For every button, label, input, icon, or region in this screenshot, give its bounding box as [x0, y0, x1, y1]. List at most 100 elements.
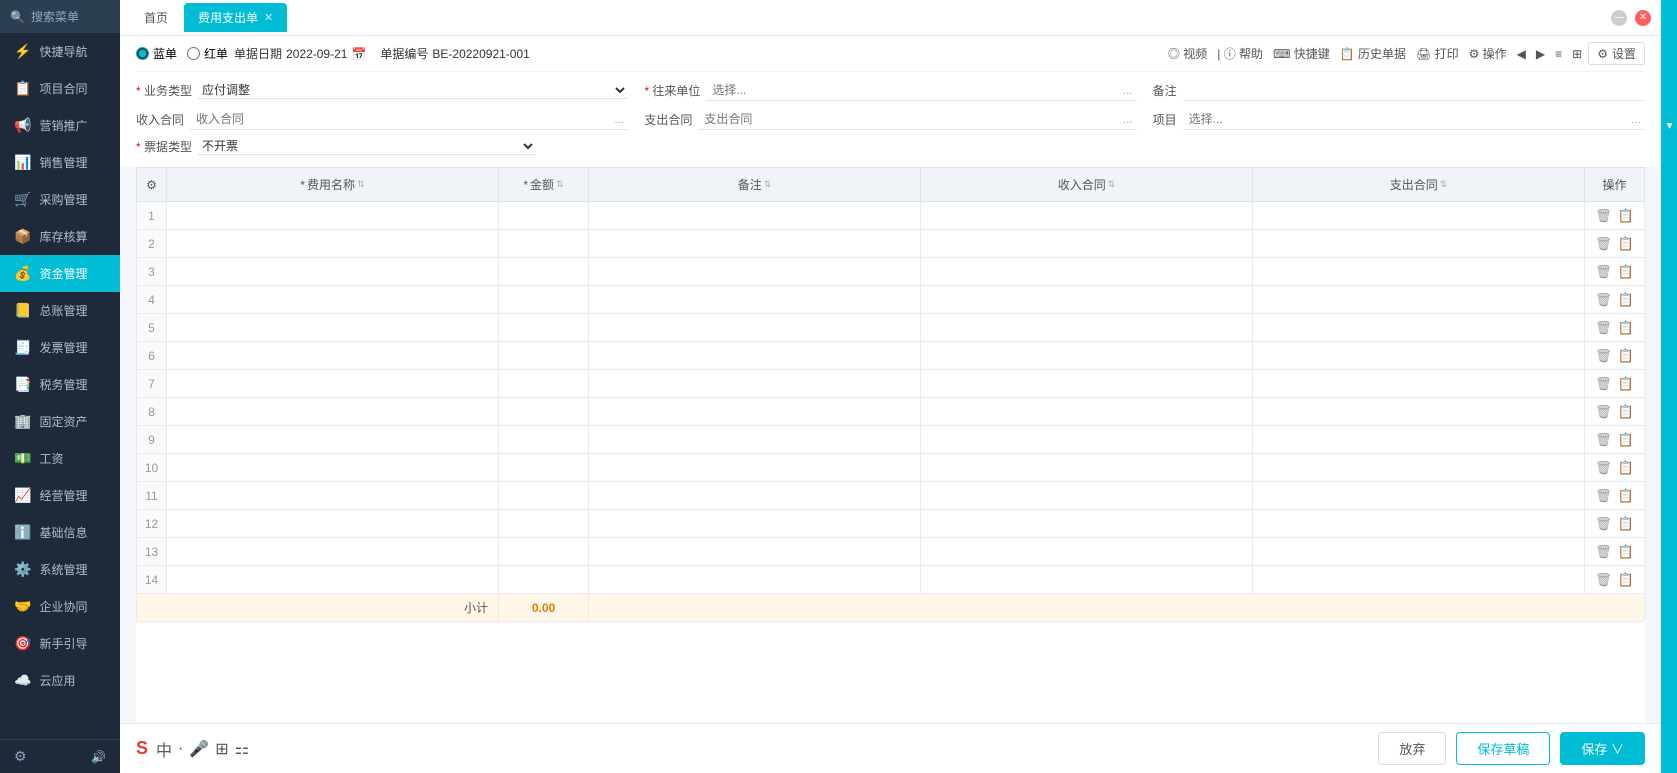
cell-note-8[interactable] [589, 398, 921, 426]
cell-expense-name-3[interactable] [167, 258, 499, 286]
tab-home[interactable]: 首页 [130, 3, 182, 32]
sort-expense-name[interactable]: ⇅ [357, 179, 365, 190]
delete-row-8[interactable]: 🗑 [1595, 404, 1612, 420]
date-value[interactable]: 2022-09-21 [286, 47, 347, 61]
cell-note-11[interactable] [589, 482, 921, 510]
sidebar-item-system-mgmt[interactable]: ⚙️系统管理 [0, 551, 120, 588]
cell-expense-contract-12[interactable] [1253, 510, 1585, 538]
income-contract-more[interactable]: ... [610, 112, 628, 126]
cell-expense-name-6[interactable] [167, 342, 499, 370]
delete-row-6[interactable]: 🗑 [1595, 348, 1612, 364]
cell-income-contract-2[interactable] [921, 230, 1253, 258]
copy-row-2[interactable]: 📋 [1618, 236, 1634, 252]
action-operations[interactable]: ⚙ 操作 [1469, 45, 1507, 62]
copy-row-1[interactable]: 📋 [1618, 208, 1634, 224]
sidebar-item-sales-mgmt[interactable]: 📊销售管理 [0, 144, 120, 181]
sort-expense-contract[interactable]: ⇅ [1440, 179, 1448, 190]
cell-note-13[interactable] [589, 538, 921, 566]
delete-row-3[interactable]: 🗑 [1595, 264, 1612, 280]
action-history[interactable]: 📋 历史单据 [1340, 45, 1406, 62]
copy-row-6[interactable]: 📋 [1618, 348, 1634, 364]
copy-row-5[interactable]: 📋 [1618, 320, 1634, 336]
cell-expense-contract-5[interactable] [1253, 314, 1585, 342]
cell-expense-name-14[interactable] [167, 566, 499, 594]
project-more[interactable]: ... [1627, 112, 1645, 126]
action-video[interactable]: ◎ 视频 [1168, 45, 1207, 62]
sidebar-item-invoice-mgmt[interactable]: 🧾发票管理 [0, 329, 120, 366]
sidebar-item-tax-mgmt[interactable]: 📑税务管理 [0, 366, 120, 403]
cell-amount-3[interactable] [499, 258, 589, 286]
delete-row-12[interactable]: 🗑 [1595, 516, 1612, 532]
cell-expense-contract-10[interactable] [1253, 454, 1585, 482]
sidebar-item-salary[interactable]: 💵工资 [0, 440, 120, 477]
cell-note-5[interactable] [589, 314, 921, 342]
sidebar-item-project-contract[interactable]: 📋项目合同 [0, 70, 120, 107]
cell-note-10[interactable] [589, 454, 921, 482]
sidebar-item-ledger-mgmt[interactable]: 📒总账管理 [0, 292, 120, 329]
expense-contract-input[interactable] [698, 109, 1118, 129]
settings-button[interactable]: ⚙ 设置 [1588, 42, 1645, 65]
cell-expense-name-1[interactable] [167, 202, 499, 230]
business-type-select-wrapper[interactable]: 应付调整 [198, 82, 628, 99]
cell-expense-contract-1[interactable] [1253, 202, 1585, 230]
delete-row-1[interactable]: 🗑 [1595, 208, 1612, 224]
cell-note-1[interactable] [589, 202, 921, 230]
radio-blue[interactable]: 蓝单 [136, 45, 177, 62]
save-button[interactable]: 保存 ∨ [1560, 732, 1645, 765]
cell-expense-contract-8[interactable] [1253, 398, 1585, 426]
counterpart-more-btn[interactable]: ... [1119, 83, 1137, 97]
cell-expense-name-9[interactable] [167, 426, 499, 454]
discard-button[interactable]: 放弃 [1378, 732, 1446, 765]
close-button[interactable]: ✕ [1635, 10, 1651, 26]
cell-expense-contract-14[interactable] [1253, 566, 1585, 594]
sidebar-item-quick-nav[interactable]: ⚡快捷导航 [0, 33, 120, 70]
action-shortcuts[interactable]: ⌨ 快捷键 [1273, 45, 1330, 62]
invoice-type-select[interactable]: 不开票 [198, 138, 536, 154]
cell-expense-name-10[interactable] [167, 454, 499, 482]
sort-income-contract[interactable]: ⇅ [1108, 179, 1116, 190]
copy-row-13[interactable]: 📋 [1618, 544, 1634, 560]
cell-amount-13[interactable] [499, 538, 589, 566]
cell-amount-10[interactable] [499, 454, 589, 482]
sidebar-search[interactable]: 🔍 搜索菜单 [0, 0, 120, 33]
settings-icon[interactable]: ⚙ [14, 748, 27, 765]
cell-amount-11[interactable] [499, 482, 589, 510]
cell-expense-name-11[interactable] [167, 482, 499, 510]
sidebar-item-fixed-assets[interactable]: 🏢固定资产 [0, 403, 120, 440]
view-grid[interactable]: ⊞ [1572, 47, 1582, 61]
icon-grid[interactable]: ⚏ [235, 739, 249, 759]
copy-row-10[interactable]: 📋 [1618, 460, 1634, 476]
cell-expense-contract-7[interactable] [1253, 370, 1585, 398]
tab-close-icon[interactable]: ✕ [264, 11, 273, 24]
nav-next[interactable]: ▶ [1536, 47, 1545, 61]
sidebar-item-basic-info[interactable]: ℹ️基础信息 [0, 514, 120, 551]
cell-amount-4[interactable] [499, 286, 589, 314]
sidebar-item-capital-mgmt[interactable]: 💰资金管理 [0, 255, 120, 292]
copy-row-11[interactable]: 📋 [1618, 488, 1634, 504]
cell-income-contract-6[interactable] [921, 342, 1253, 370]
counterpart-input[interactable] [706, 80, 1118, 100]
cell-expense-contract-3[interactable] [1253, 258, 1585, 286]
sidebar-item-purchase-mgmt[interactable]: 🛒采购管理 [0, 181, 120, 218]
tab-expense-bill[interactable]: 费用支出单 ✕ [184, 3, 287, 32]
remark-input[interactable] [1183, 80, 1645, 100]
sidebar-item-operations-mgmt[interactable]: 📈经营管理 [0, 477, 120, 514]
sort-amount[interactable]: ⇅ [556, 179, 564, 190]
delete-row-10[interactable]: 🗑 [1595, 460, 1612, 476]
delete-row-7[interactable]: 🗑 [1595, 376, 1612, 392]
maximize-button[interactable]: — [1611, 10, 1627, 26]
action-help[interactable]: | ⓘ 帮助 [1217, 45, 1263, 62]
cell-note-7[interactable] [589, 370, 921, 398]
cell-income-contract-14[interactable] [921, 566, 1253, 594]
right-panel-btn[interactable]: ▲ [1664, 120, 1675, 131]
cell-note-9[interactable] [589, 426, 921, 454]
cell-income-contract-4[interactable] [921, 286, 1253, 314]
cell-income-contract-1[interactable] [921, 202, 1253, 230]
cell-expense-name-7[interactable] [167, 370, 499, 398]
cell-expense-name-4[interactable] [167, 286, 499, 314]
cell-note-2[interactable] [589, 230, 921, 258]
cell-expense-name-8[interactable] [167, 398, 499, 426]
copy-row-4[interactable]: 📋 [1618, 292, 1634, 308]
invoice-type-select-wrapper[interactable]: 不开票 [198, 138, 536, 155]
th-settings[interactable]: ⚙ [137, 168, 167, 202]
